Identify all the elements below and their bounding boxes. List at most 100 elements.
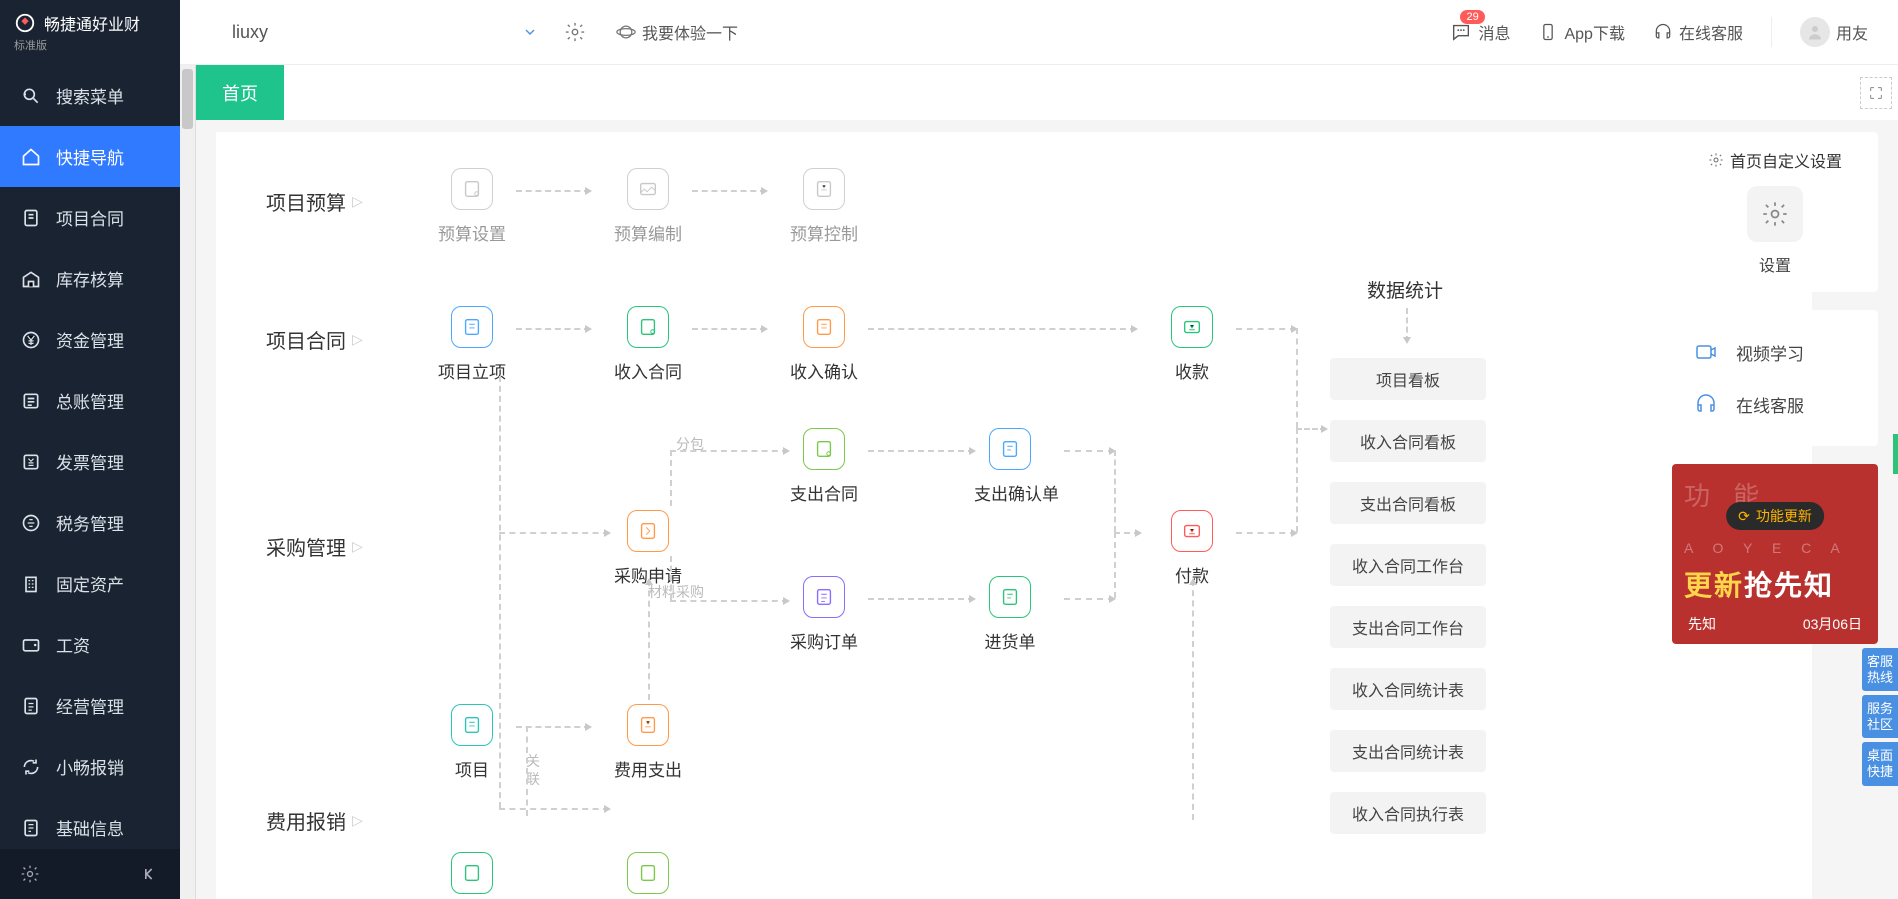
connector [1064,450,1114,452]
node-label: 费用支出 [612,756,684,781]
node-expense-contract[interactable]: 支出合同 [788,428,860,505]
video-learning-link[interactable]: 视频学习 [1688,326,1862,378]
btn-income-workbench[interactable]: 收入合同工作台 [1330,544,1486,586]
service-link[interactable]: 在线客服 [1653,20,1743,44]
link-label: 视频学习 [1736,340,1804,365]
messages-link[interactable]: 29 消息 [1450,20,1510,44]
sidebar-item-funds[interactable]: 资金管理 [0,309,180,370]
tab-home[interactable]: 首页 [196,65,284,120]
app-download-link[interactable]: App下载 [1538,20,1624,44]
section-budget-title: 项目预算▷ [266,187,363,216]
topbar: 畅捷通好业财 标准版 liuxy 我要体验一下 29 消息 App下载 [0,0,1898,65]
node-budget-control[interactable]: 预算控制 [788,168,860,245]
node-label: 预算设置 [436,220,508,245]
sidebar-item-assets[interactable]: 固定资产 [0,553,180,614]
node-payment[interactable]: 付款 [1156,510,1228,587]
tab-label: 首页 [222,80,258,106]
btn-project-board[interactable]: 项目看板 [1330,358,1486,400]
node-project-init[interactable]: 项目立项 [436,306,508,383]
node-cut-bottom-1[interactable] [436,852,508,899]
sidebar-item-contract[interactable]: 项目合同 [0,187,180,248]
tabs-row: 首页 [196,65,1898,120]
section-procurement-title: 采购管理 ▷ [266,532,363,561]
branch-label-material: 材料采购 [648,582,704,602]
node-goods-receipt[interactable]: 进货单 [974,576,1046,653]
badge-text: 功能更新 [1756,506,1812,526]
btn-expense-stats[interactable]: 支出合同统计表 [1330,730,1486,772]
stats-title: 数据统计 [1367,276,1443,303]
node-expense-confirm[interactable]: 支出确认单 [974,428,1046,505]
node-purchase-order[interactable]: 采购订单 [788,576,860,653]
float-hotline[interactable]: 客服 热线 [1862,648,1898,691]
arrow-down [1406,308,1408,342]
custom-settings-title: 首页自定义设置 [1688,148,1862,172]
sidebar-item-salary[interactable]: 工资 [0,614,180,675]
headset-icon [1692,390,1720,418]
btn-expense-board[interactable]: 支出合同看板 [1330,482,1486,524]
ledger-icon [20,390,42,412]
title-text: 采购管理 [266,532,346,561]
sidebar-item-quicknav[interactable]: 快捷导航 [0,126,180,187]
expand-icon[interactable] [1860,77,1892,109]
scrollbar-thumb[interactable] [182,69,193,129]
node-expense-out[interactable]: 费用支出 [612,704,684,781]
node-budget-setting[interactable]: 预算设置 [436,168,508,245]
btn-expense-workbench[interactable]: 支出合同工作台 [1330,606,1486,648]
btn-income-board[interactable]: 收入合同看板 [1330,420,1486,462]
btn-income-stats[interactable]: 收入合同统计表 [1330,668,1486,710]
sidebar-item-invoice[interactable]: 发票管理 [0,431,180,492]
invoice-icon [20,451,42,473]
sidebar-item-inventory[interactable]: 库存核算 [0,248,180,309]
sidebar-item-search[interactable]: 搜索菜单 [0,65,180,126]
sidebar-label: 税务管理 [56,510,124,535]
contract-icon [20,207,42,229]
sidebar-item-reimburse[interactable]: 小畅报销 [0,736,180,797]
gear-icon[interactable] [20,864,40,884]
node-receipt[interactable]: 收款 [1156,306,1228,383]
experience-button[interactable]: 我要体验一下 [616,20,738,44]
org-selector[interactable]: liuxy [220,10,550,54]
node-purchase-request[interactable]: 采购申请 [612,510,684,587]
online-service-link[interactable]: 在线客服 [1688,378,1862,430]
arrow [868,450,974,452]
sidebar-label: 库存核算 [56,266,124,291]
user-menu[interactable]: 用友 [1800,17,1868,47]
big1: 更新 [1684,570,1744,601]
wallet-icon [20,634,42,656]
collapse-icon[interactable] [140,864,160,884]
sidebar-label: 基础信息 [56,815,124,840]
sidebar-label: 小畅报销 [56,754,124,779]
floating-buttons: 客服 热线 服务 社区 桌面 快捷 [1862,648,1898,786]
triangle-icon: ▷ [352,331,363,348]
sidebar-label: 项目合同 [56,205,124,230]
scrollbar[interactable] [180,65,196,899]
node-income-contract[interactable]: 收入合同 [612,306,684,383]
search-icon [20,85,42,107]
sidebar-label: 工资 [56,632,90,657]
btn-income-exec[interactable]: 收入合同执行表 [1330,792,1486,834]
logo-icon [14,12,36,34]
promo-bg-text2: A O Y E C A [1684,540,1866,556]
float-desktop[interactable]: 桌面 快捷 [1862,742,1898,785]
chevron-down-icon [522,24,538,40]
settings-icon[interactable] [564,21,586,43]
triangle-icon: ▷ [352,538,363,555]
sidebar-item-ledger[interactable]: 总账管理 [0,370,180,431]
planet-icon [616,22,636,42]
sidebar-bottom [0,849,180,899]
sidebar-item-tax[interactable]: 税务管理 [0,492,180,553]
promo-card[interactable]: 功 能 ⟳功能更新 A O Y E C A 更新抢先知 先知 03月06日 [1672,464,1878,644]
node-budget-edit[interactable]: 预算编制 [612,168,684,245]
arrow-up [1192,580,1194,820]
float-community[interactable]: 服务 社区 [1862,695,1898,738]
divider [1771,17,1772,47]
sidebar-item-operations[interactable]: 经营管理 [0,675,180,736]
username: 用友 [1836,20,1868,44]
settings-label: 设置 [1688,252,1862,276]
node-cut-bottom-2[interactable] [612,852,684,899]
promo-date: 03月06日 [1803,614,1862,634]
triangle-icon: ▷ [352,812,363,829]
node-project[interactable]: 项目 [436,704,508,781]
node-income-confirm[interactable]: 收入确认 [788,306,860,383]
settings-button[interactable] [1747,186,1803,242]
